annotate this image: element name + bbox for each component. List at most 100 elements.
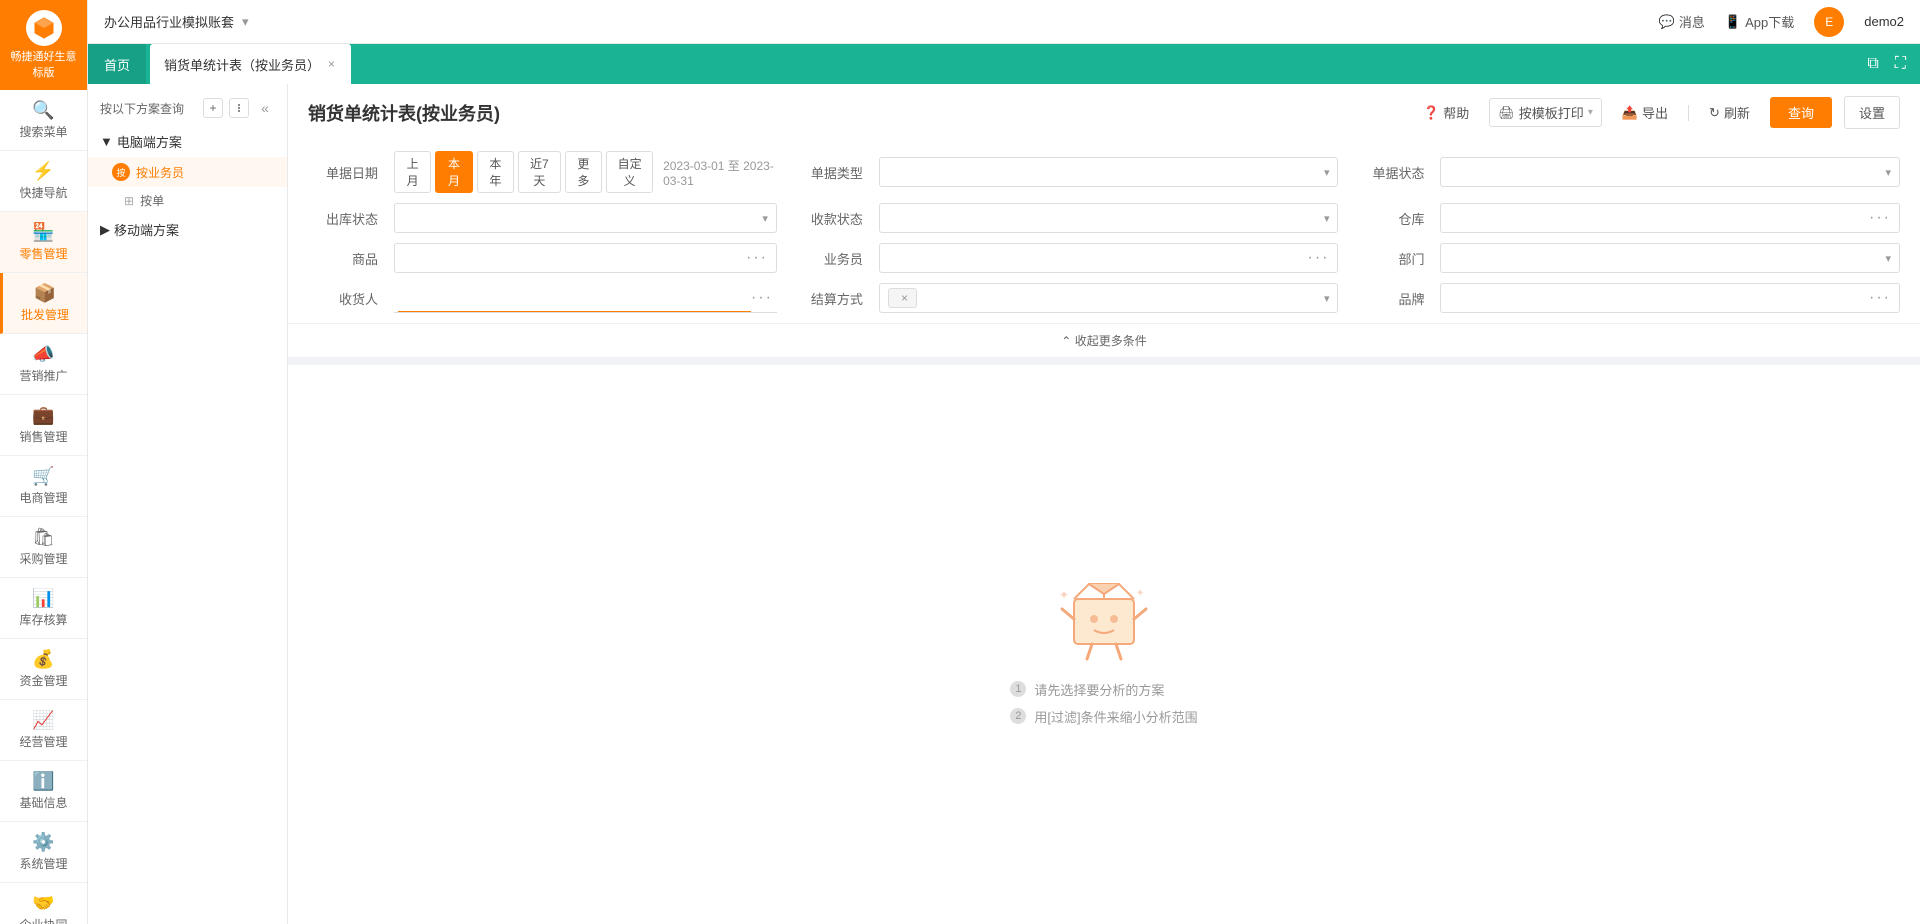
goods-dots[interactable]: ··· xyxy=(746,249,768,267)
inventory-icon: 📊 xyxy=(5,588,82,609)
settlement-select[interactable]: × ▾ xyxy=(879,283,1339,313)
app-logo[interactable]: 畅捷通好生意 标版 xyxy=(0,0,88,90)
doc-type-select[interactable]: ▾ xyxy=(879,157,1339,187)
divider xyxy=(1688,105,1689,121)
tree-group-arrow-desktop: ▼ xyxy=(100,134,113,149)
sidebar-item-retail[interactable]: 🏪 零售管理 xyxy=(0,212,87,273)
workspace-dropdown-icon[interactable]: ▾ xyxy=(242,14,249,30)
tree-item-salesperson[interactable]: 按 按业务员 xyxy=(88,157,287,187)
refresh-icon: ↻ xyxy=(1709,105,1720,121)
sidebar-item-inventory[interactable]: 📊 库存核算 xyxy=(0,578,87,639)
marketing-icon: 📣 xyxy=(5,344,82,365)
tab-active[interactable]: 销货单统计表（按业务员） × xyxy=(150,44,351,84)
brand-label: 品牌 xyxy=(1354,289,1424,308)
brand-select[interactable]: ··· xyxy=(1440,283,1900,313)
date-btn-this-month[interactable]: 本月 xyxy=(435,151,472,193)
right-main: 销货单统计表(按业务员) ❓ 帮助 🖨 按模板打印 ▾ 📤 xyxy=(288,84,1920,924)
sidebar-item-purchase[interactable]: 🛍 采购管理 xyxy=(0,517,87,578)
salesperson-item-icon: 按 xyxy=(112,163,130,181)
sidebar-item-marketing[interactable]: 📣 营销推广 xyxy=(0,334,87,395)
date-filter-control: 上月 本月 本年 近7天 更多 自定义 2023-03-01 至 2023-03… xyxy=(394,151,777,193)
collapse-panel-btn[interactable]: « xyxy=(255,98,275,118)
payment-arrow: ▾ xyxy=(1324,212,1330,225)
dept-select[interactable]: ▾ xyxy=(1440,243,1900,273)
tree-group-header-desktop[interactable]: ▼ 电脑端方案 xyxy=(88,126,287,157)
print-dropdown-icon: ▾ xyxy=(1588,107,1593,118)
doc-status-select[interactable]: ▾ xyxy=(1440,157,1900,187)
retail-icon: 🏪 xyxy=(5,222,82,243)
outbound-select[interactable]: ▾ xyxy=(394,203,777,233)
sidebar-item-wholesale[interactable]: 📦 批发管理 xyxy=(0,273,87,334)
export-btn[interactable]: 📤 导出 xyxy=(1614,99,1676,126)
goods-control[interactable]: ··· xyxy=(394,243,777,273)
window-icon[interactable]: ⧉ xyxy=(1863,51,1882,77)
fullscreen-icon[interactable]: ⛶ xyxy=(1891,51,1910,77)
collapse-more-btn[interactable]: ⌃ 收起更多条件 xyxy=(288,323,1920,357)
export-icon: 📤 xyxy=(1622,105,1638,121)
date-btn-this-year[interactable]: 本年 xyxy=(477,151,514,193)
settings-btn[interactable]: 设置 xyxy=(1844,96,1900,129)
tab-close-icon[interactable]: × xyxy=(326,55,337,73)
sidebar-item-operations[interactable]: 📈 经营管理 xyxy=(0,700,87,761)
payment-select[interactable]: ▾ xyxy=(879,203,1339,233)
print-icon: 🖨 xyxy=(1498,105,1515,121)
dept-control[interactable]: ▾ xyxy=(1440,243,1900,273)
settlement-control[interactable]: × ▾ xyxy=(879,283,1339,313)
template-print-btn[interactable]: 🖨 按模板打印 ▾ xyxy=(1489,98,1602,127)
consignee-input[interactable] xyxy=(398,284,751,312)
svg-text:✦: ✦ xyxy=(1136,588,1144,599)
sidebar-item-basic[interactable]: ℹ️ 基础信息 xyxy=(0,761,87,822)
sidebar-item-corp[interactable]: 🤝 企业协同 xyxy=(0,883,87,924)
purchase-icon: 🛍 xyxy=(5,527,82,548)
payment-control[interactable]: ▾ xyxy=(879,203,1339,233)
edit-scheme-btn[interactable] xyxy=(229,98,249,118)
date-btn-last-month[interactable]: 上月 xyxy=(394,151,431,193)
main-area: 办公用品行业模拟账套 ▾ 💬 消息 📱 App下载 E demo2 首页 销货单… xyxy=(88,0,1920,924)
tree-group-header-mobile[interactable]: ▶ 移动端方案 xyxy=(88,214,287,245)
doc-type-control[interactable]: ▾ xyxy=(879,157,1339,187)
help-btn[interactable]: ❓ 帮助 xyxy=(1415,99,1477,126)
tab-home[interactable]: 首页 xyxy=(88,44,146,84)
message-btn[interactable]: 💬 消息 xyxy=(1659,12,1705,31)
consignee-dots[interactable]: ··· xyxy=(751,289,773,307)
filter-row-4: 收货人 ··· 结算方式 × xyxy=(308,283,1900,313)
goods-select[interactable]: ··· xyxy=(394,243,777,273)
sidebar-item-quicknav[interactable]: ⚡ 快捷导航 xyxy=(0,151,87,212)
sidebar-item-search[interactable]: 🔍 搜索菜单 xyxy=(0,90,87,151)
sidebar-item-ecommerce[interactable]: 🛒 电商管理 xyxy=(0,456,87,517)
app-download-btn[interactable]: 📱 App下载 xyxy=(1725,12,1794,31)
page-actions: ❓ 帮助 🖨 按模板打印 ▾ 📤 导出 xyxy=(1415,96,1900,129)
warehouse-control[interactable]: ··· xyxy=(1440,203,1900,233)
outbound-label: 出库状态 xyxy=(308,209,378,228)
date-btn-custom[interactable]: 自定义 xyxy=(606,151,653,193)
date-btn-more[interactable]: 更多 xyxy=(565,151,602,193)
salesperson-control[interactable]: ··· xyxy=(879,243,1339,273)
date-btn-7days[interactable]: 近7天 xyxy=(518,151,561,193)
warehouse-dots[interactable]: ··· xyxy=(1869,209,1891,227)
tab-bar-actions: ⧉ ⛶ xyxy=(1863,51,1920,77)
doc-status-control[interactable]: ▾ xyxy=(1440,157,1900,187)
avatar[interactable]: E xyxy=(1814,7,1844,37)
sidebar: 畅捷通好生意 标版 🔍 搜索菜单 ⚡ 快捷导航 🏪 零售管理 📦 批发管理 📣 … xyxy=(0,0,88,924)
add-scheme-btn[interactable]: + xyxy=(203,98,223,118)
settlement-tag-close[interactable]: × xyxy=(901,291,908,305)
brand-dots[interactable]: ··· xyxy=(1869,289,1891,307)
basic-icon: ℹ️ xyxy=(5,771,82,792)
sidebar-item-finance[interactable]: 💰 资金管理 xyxy=(0,639,87,700)
operations-icon: 📈 xyxy=(5,710,82,731)
tree-sub-item-order[interactable]: ⊞ 按单 xyxy=(88,187,287,214)
sidebar-item-sales[interactable]: 💼 销售管理 xyxy=(0,395,87,456)
salesperson-dots[interactable]: ··· xyxy=(1307,249,1329,267)
salesperson-select[interactable]: ··· xyxy=(879,243,1339,273)
user-name[interactable]: demo2 xyxy=(1864,14,1904,29)
collapse-icon: ⌃ xyxy=(1061,334,1074,348)
query-btn[interactable]: 查询 xyxy=(1770,97,1832,128)
sidebar-item-system[interactable]: ⚙️ 系统管理 xyxy=(0,822,87,883)
outbound-control[interactable]: ▾ xyxy=(394,203,777,233)
brand-control[interactable]: ··· xyxy=(1440,283,1900,313)
warehouse-select[interactable]: ··· xyxy=(1440,203,1900,233)
download-icon: 📱 xyxy=(1725,14,1741,30)
consignee-control[interactable]: ··· xyxy=(394,284,777,313)
refresh-btn[interactable]: ↻ 刷新 xyxy=(1701,99,1758,126)
empty-state: ✦ ✦ 1 请先选择要分析的方案 2 用[过滤]条件来缩小分析范围 xyxy=(1010,564,1197,726)
